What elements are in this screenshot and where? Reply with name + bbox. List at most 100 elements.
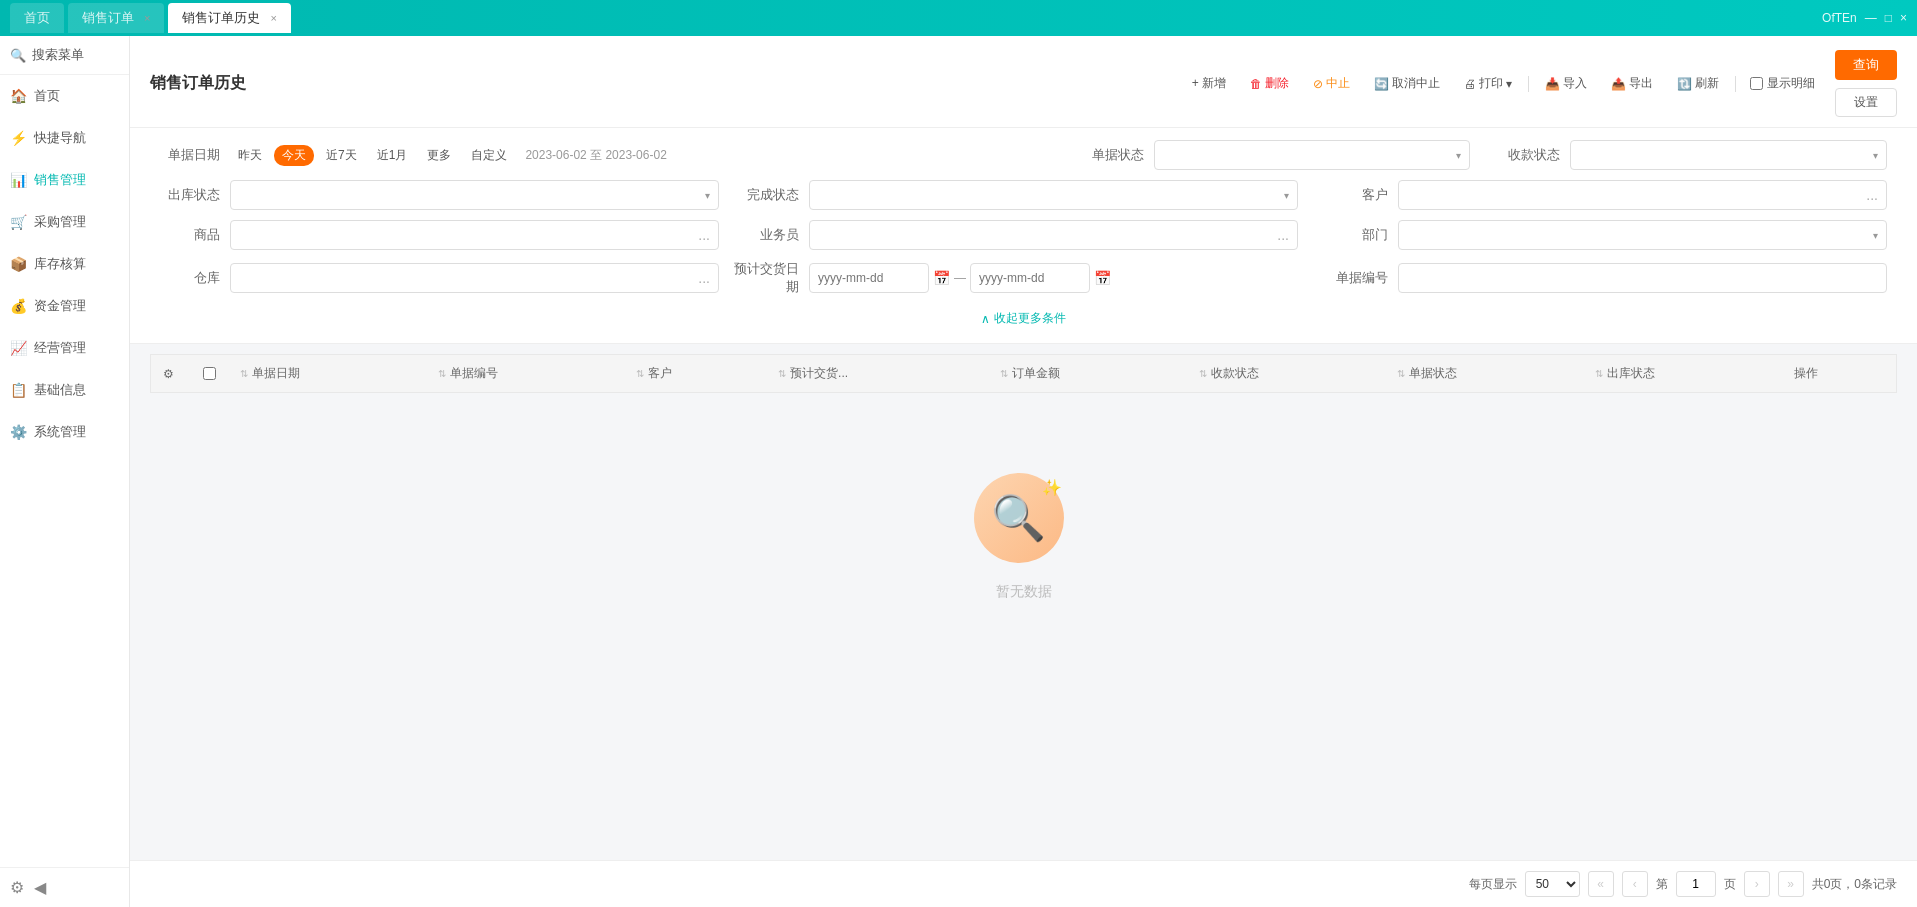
th-gear[interactable]: ⚙ <box>151 355 191 393</box>
toolbar: + 新增 🗑 删除 ⊘ 中止 🔄 取消中止 🖨 打印 ▾ <box>1182 50 1897 117</box>
tab-sales-order[interactable]: 销售订单 × <box>68 3 164 33</box>
sidebar-item-purchase[interactable]: 🛒 采购管理 <box>0 201 129 243</box>
purchase-icon: 🛒 <box>10 214 26 230</box>
payment-status-select[interactable]: ▾ <box>1570 140 1887 170</box>
display-detail-checkbox[interactable] <box>1750 77 1763 90</box>
page-input[interactable]: 1 <box>1676 871 1716 897</box>
customer-dots[interactable]: ... <box>1866 187 1878 203</box>
collapse-sidebar-icon[interactable]: ◀ <box>34 878 46 897</box>
department-label: 部门 <box>1318 226 1398 244</box>
settings-button[interactable]: 设置 <box>1835 88 1897 117</box>
th-payment-status[interactable]: 收款状态 <box>1187 355 1385 393</box>
sidebar-item-basic-info-label: 基础信息 <box>34 381 86 399</box>
date-btn-7days[interactable]: 近7天 <box>318 144 365 167</box>
payment-status-arrow: ▾ <box>1873 150 1878 161</box>
goods-label: 商品 <box>150 226 230 244</box>
th-operation: 操作 <box>1782 355 1897 393</box>
warehouse-group: 仓库 ... <box>150 263 719 293</box>
th-bill-number[interactable]: 单据编号 <box>426 355 624 393</box>
sidebar-search[interactable]: 🔍 搜索菜单 <box>0 36 129 75</box>
new-button[interactable]: + 新增 <box>1182 70 1236 97</box>
settings-bottom-icon[interactable]: ⚙ <box>10 878 24 897</box>
refresh-button[interactable]: 🔃 刷新 <box>1667 70 1729 97</box>
completion-status-group: 完成状态 ▾ <box>719 180 1308 210</box>
collapse-btn[interactable]: ∧ 收起更多条件 <box>981 306 1066 331</box>
import-icon: 📥 <box>1545 77 1560 91</box>
total-info: 共0页，0条记录 <box>1812 876 1897 893</box>
warehouse-select[interactable]: ... <box>230 263 719 293</box>
tab-sales-order-history[interactable]: 销售订单历史 × <box>168 3 290 33</box>
display-detail-checkbox-label[interactable]: 显示明细 <box>1742 70 1823 97</box>
date-range-text: 2023-06-02 至 2023-06-02 <box>525 147 666 164</box>
date-btn-more[interactable]: 更多 <box>419 144 459 167</box>
th-order-amount[interactable]: 订单金额 <box>988 355 1186 393</box>
sidebar-item-quick-nav-label: 快捷导航 <box>34 129 86 147</box>
first-page-btn[interactable]: « <box>1588 871 1614 897</box>
department-group: 部门 ▾ <box>1308 220 1897 250</box>
outbound-status-select[interactable]: ▾ <box>230 180 719 210</box>
completion-status-select[interactable]: ▾ <box>809 180 1298 210</box>
sidebar-item-operations[interactable]: 📈 经营管理 <box>0 327 129 369</box>
last-page-btn[interactable]: » <box>1778 871 1804 897</box>
sidebar-item-sales[interactable]: 📊 销售管理 <box>0 159 129 201</box>
tab-sales-order-history-close[interactable]: × <box>270 12 276 24</box>
date-separator: — <box>954 271 966 285</box>
date-btn-1month[interactable]: 近1月 <box>369 144 416 167</box>
next-page-btn[interactable]: › <box>1744 871 1770 897</box>
date-btn-custom[interactable]: 自定义 <box>463 144 515 167</box>
prev-page-btn[interactable]: ‹ <box>1622 871 1648 897</box>
filter-row-3: 商品 ... 业务员 ... 部门 <box>150 220 1897 250</box>
sidebar-item-finance[interactable]: 💰 资金管理 <box>0 285 129 327</box>
sidebar-item-inventory-label: 库存核算 <box>34 255 86 273</box>
date-input-wrap: 📅 — 📅 <box>809 263 1298 293</box>
payment-status-label: 收款状态 <box>1490 146 1570 164</box>
th-outbound-status[interactable]: 出库状态 <box>1583 355 1781 393</box>
sales-icon: 📊 <box>10 172 26 188</box>
page-label-prefix: 第 <box>1656 876 1668 893</box>
stop-button[interactable]: ⊘ 中止 <box>1303 70 1360 97</box>
th-expected-delivery[interactable]: 预计交货... <box>766 355 988 393</box>
sidebar-item-quick-nav[interactable]: ⚡ 快捷导航 <box>0 117 129 159</box>
bill-status-select[interactable]: ▾ <box>1154 140 1471 170</box>
goods-select[interactable]: ... <box>230 220 719 250</box>
salesperson-dots[interactable]: ... <box>1277 227 1289 243</box>
basic-info-icon: 📋 <box>10 382 26 398</box>
expected-delivery-start-input[interactable] <box>809 263 929 293</box>
calendar-end-icon[interactable]: 📅 <box>1094 270 1111 286</box>
refresh-icon: 🔃 <box>1677 77 1692 91</box>
select-all-checkbox[interactable] <box>203 367 216 380</box>
query-button[interactable]: 查询 <box>1835 50 1897 80</box>
warehouse-dots[interactable]: ... <box>698 270 710 286</box>
display-detail-label: 显示明细 <box>1767 75 1815 92</box>
sidebar-item-system[interactable]: ⚙️ 系统管理 <box>0 411 129 453</box>
customer-group: 客户 ... <box>1308 180 1897 210</box>
bill-number-input[interactable] <box>1398 263 1887 293</box>
sidebar-item-basic-info[interactable]: 📋 基础信息 <box>0 369 129 411</box>
close-btn[interactable]: × <box>1900 11 1907 25</box>
date-btn-yesterday[interactable]: 昨天 <box>230 144 270 167</box>
sidebar-item-inventory[interactable]: 📦 库存核算 <box>0 243 129 285</box>
th-customer[interactable]: 客户 <box>624 355 766 393</box>
tab-home[interactable]: 首页 <box>10 3 64 33</box>
sidebar-item-home[interactable]: 🏠 首页 <box>0 75 129 117</box>
date-btn-today[interactable]: 今天 <box>274 145 314 166</box>
import-button[interactable]: 📥 导入 <box>1535 70 1597 97</box>
query-settings-group: 查询 设置 <box>1835 50 1897 117</box>
department-select[interactable]: ▾ <box>1398 220 1887 250</box>
sidebar-item-operations-label: 经营管理 <box>34 339 86 357</box>
customer-select[interactable]: ... <box>1398 180 1887 210</box>
delete-button[interactable]: 🗑 删除 <box>1240 70 1299 97</box>
goods-dots[interactable]: ... <box>698 227 710 243</box>
expected-delivery-end-input[interactable] <box>970 263 1090 293</box>
print-button[interactable]: 🖨 打印 ▾ <box>1454 70 1522 97</box>
export-button[interactable]: 📤 导出 <box>1601 70 1663 97</box>
th-bill-date[interactable]: 单据日期 <box>228 355 426 393</box>
calendar-start-icon[interactable]: 📅 <box>933 270 950 286</box>
minimize-btn[interactable]: — <box>1865 11 1877 25</box>
tab-sales-order-close[interactable]: × <box>144 12 150 24</box>
per-page-select[interactable]: 10 20 50 100 <box>1525 871 1580 897</box>
salesperson-select[interactable]: ... <box>809 220 1298 250</box>
maximize-btn[interactable]: □ <box>1885 11 1892 25</box>
th-bill-status[interactable]: 单据状态 <box>1385 355 1583 393</box>
cancel-stop-button[interactable]: 🔄 取消中止 <box>1364 70 1450 97</box>
